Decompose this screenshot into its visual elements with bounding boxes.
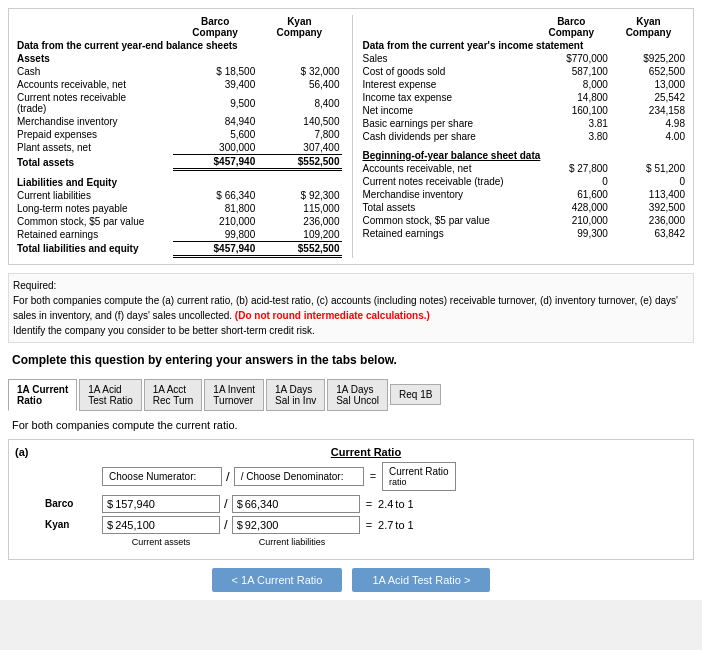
left-header-barco: BarcoCompany — [173, 15, 257, 39]
table-row: Accounts receivable, net $ 27,800 $ 51,2… — [361, 162, 688, 175]
requirements-section: Required: For both companies compute the… — [8, 273, 694, 343]
cr-result-label: Current Ratio — [389, 466, 448, 477]
table-row: Income tax expense 14,800 25,542 — [361, 91, 688, 104]
table-row: Current liabilities $ 66,340 $ 92,300 — [15, 189, 342, 202]
current-ratio-title: Current Ratio — [45, 446, 687, 458]
choose-denominator-dropdown[interactable]: / Choose Denominator: — [234, 467, 364, 486]
company-kyan-label: Kyan — [45, 519, 100, 530]
financial-tables: BarcoCompany KyanCompany Data from the c… — [8, 8, 694, 265]
nav-buttons: < 1A Current Ratio 1A Acid Test Ratio > — [8, 568, 694, 592]
table-row: Cash dividends per share 3.80 4.00 — [361, 130, 688, 143]
barco-eq: = — [362, 498, 376, 510]
barco-numerator-label: Current assets — [102, 537, 220, 547]
barco-ratio-value: 2.4 — [378, 498, 393, 510]
balance-sheet-title: Data from the current year-end balance s… — [15, 39, 342, 52]
table-row: Retained earnings 99,300 63,842 — [361, 227, 688, 240]
barco-to1: to 1 — [395, 498, 413, 510]
barco-denom-dollar: $ — [237, 498, 243, 510]
table-row: Basic earnings per share 3.81 4.98 — [361, 117, 688, 130]
barco-numerator-box: $ 157,940 — [102, 495, 220, 513]
barco-dollar-sign: $ — [107, 498, 113, 510]
kyan-numerator-box: $ 245,100 — [102, 516, 220, 534]
kyan-result: 2.7 to 1 — [378, 519, 414, 531]
table-row: Prepaid expenses 5,600 7,800 — [15, 128, 342, 141]
slash-icon: / — [224, 469, 232, 484]
beginning-title: Beginning-of-year balance sheet data — [361, 149, 688, 162]
equals-header: = — [366, 470, 380, 482]
table-row-total-assets: Total assets $457,940 $552,500 — [15, 155, 342, 170]
left-table: BarcoCompany KyanCompany Data from the c… — [15, 15, 342, 258]
kyan-denominator-box: $ 92,300 — [232, 516, 360, 534]
current-ratio-result-header: Current Ratio ratio — [382, 462, 455, 491]
kyan-slash: / — [222, 517, 230, 532]
barco-numerator-value: 157,940 — [115, 498, 155, 510]
table-row: Common stock, $5 par value 210,000 236,0… — [15, 215, 342, 228]
table-row: Merchandise inventory 61,600 113,400 — [361, 188, 688, 201]
left-header-kyan: KyanCompany — [257, 15, 341, 39]
answer-section: (a) Current Ratio Choose Numerator: / / … — [8, 439, 694, 560]
table-row: Total assets 428,000 392,500 — [361, 201, 688, 214]
kyan-denom-dollar: $ — [237, 519, 243, 531]
table-row: Current notes receivable (trade) 0 0 — [361, 175, 688, 188]
tab-req1b[interactable]: Req 1B — [390, 384, 441, 405]
requirements-text-identify: Identify the company you consider to be … — [13, 325, 315, 336]
table-row: Plant assets, net 300,000 307,400 — [15, 141, 342, 155]
income-title: Data from the current year's income stat… — [361, 39, 688, 52]
table-row: Long-term notes payable 81,800 115,000 — [15, 202, 342, 215]
table-row: Merchandise inventory 84,940 140,500 — [15, 115, 342, 128]
kyan-eq: = — [362, 519, 376, 531]
barco-denominator-box: $ 66,340 — [232, 495, 360, 513]
table-row: Cost of goods sold 587,100 652,500 — [361, 65, 688, 78]
cr-sub-label: ratio — [389, 477, 448, 487]
requirements-highlight: (Do not round intermediate calculations.… — [235, 310, 430, 321]
barco-denominator-label-text: Current liabilities — [228, 537, 356, 547]
kyan-to1: to 1 — [395, 519, 413, 531]
tab-1a-current-ratio[interactable]: 1A CurrentRatio — [8, 379, 77, 411]
table-row: Cash $ 18,500 $ 32,000 — [15, 65, 342, 78]
kyan-numerator-value: 245,100 — [115, 519, 155, 531]
section-label: (a) — [15, 446, 37, 458]
required-label: Required: — [13, 280, 56, 291]
table-row: Retained earnings 99,800 109,200 — [15, 228, 342, 242]
barco-slash: / — [222, 496, 230, 511]
table-row: Current notes receivable(trade) 9,500 8,… — [15, 91, 342, 115]
tabs-container: 1A CurrentRatio 1A AcidTest Ratio 1A Acc… — [8, 379, 694, 411]
barco-denom-value: 66,340 — [245, 498, 279, 510]
company-barco-label: Barco — [45, 498, 100, 509]
table-row: Sales $770,000 $925,200 — [361, 52, 688, 65]
choose-numerator-dropdown[interactable]: Choose Numerator: — [102, 467, 222, 486]
table-row: Accounts receivable, net 39,400 56,400 — [15, 78, 342, 91]
tab-1a-invent-turnover[interactable]: 1A InventTurnover — [204, 379, 264, 411]
kyan-ratio-value: 2.7 — [378, 519, 393, 531]
table-row: Net income 160,100 234,158 — [361, 104, 688, 117]
kyan-dollar-sign: $ — [107, 519, 113, 531]
table-row-total-liabilities: Total liabilities and equity $457,940 $5… — [15, 241, 342, 256]
right-header-barco: BarcoCompany — [533, 15, 610, 39]
prev-button[interactable]: < 1A Current Ratio — [212, 568, 343, 592]
tab-1a-acid-test[interactable]: 1A AcidTest Ratio — [79, 379, 141, 411]
kyan-denom-value: 92,300 — [245, 519, 279, 531]
barco-result: 2.4 to 1 — [378, 498, 414, 510]
tab-1a-days-sal-inv[interactable]: 1A DaysSal in Inv — [266, 379, 325, 411]
tab-1a-days-sal-uncol[interactable]: 1A DaysSal Uncol — [327, 379, 388, 411]
liabilities-title: Liabilities and Equity — [15, 176, 342, 189]
table-row: Interest expense 8,000 13,000 — [361, 78, 688, 91]
table-row: Common stock, $5 par value 210,000 236,0… — [361, 214, 688, 227]
complete-instruction: Complete this question by entering your … — [8, 349, 694, 371]
question-text: For both companies compute the current r… — [8, 419, 694, 431]
right-header-kyan: KyanCompany — [610, 15, 687, 39]
tab-1a-acct-rec-turn[interactable]: 1A AcctRec Turn — [144, 379, 203, 411]
right-table: BarcoCompany KyanCompany Data from the c… — [352, 15, 688, 258]
assets-title: Assets — [15, 52, 173, 65]
next-button[interactable]: 1A Acid Test Ratio > — [352, 568, 490, 592]
